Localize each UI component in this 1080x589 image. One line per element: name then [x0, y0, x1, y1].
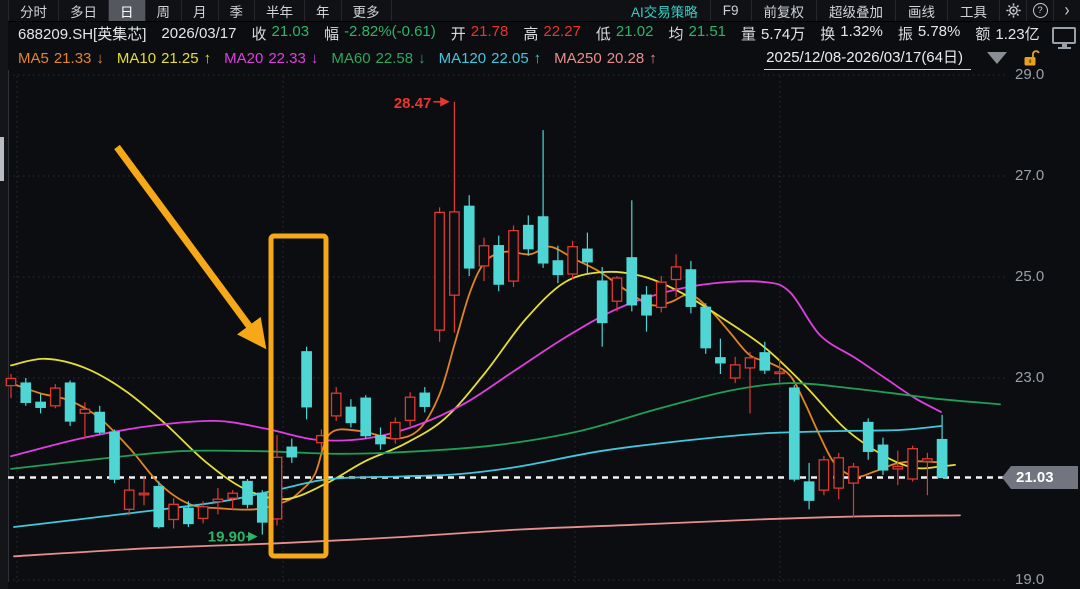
ma20-value: MA20 22.33 ↓	[224, 49, 319, 67]
field-low: 低 21.02	[595, 23, 654, 43]
y-axis-tick: 29.0	[1015, 66, 1045, 83]
ma-line-ma20	[10, 280, 942, 458]
y-axis-tick: 19.0	[1015, 571, 1045, 588]
field-change: 幅 -2.82%(-0.61)	[324, 23, 436, 43]
tab-monthly[interactable]: 月	[182, 0, 219, 21]
ma-line-ma60	[10, 382, 1001, 470]
field-volume: 量 5.74万	[741, 26, 806, 43]
y-axis-tick: 23.0	[1015, 369, 1045, 386]
question-icon: ?	[1032, 3, 1048, 18]
ma20-arrow-icon: ↓	[310, 49, 319, 67]
ma-line-ma5	[10, 245, 942, 511]
tab-yearly[interactable]: 年	[305, 0, 342, 21]
ma5-value: MA5 21.33 ↓	[18, 49, 104, 67]
ai-strategy-button[interactable]: AI交易策略	[619, 0, 710, 21]
tools-button[interactable]: 工具	[947, 0, 999, 21]
ma-indicator-bar: MA5 21.33 ↓ MA10 21.25 ↑ MA20 22.33 ↓ MA60 22.5…	[8, 46, 1080, 70]
ma120-value: MA120 22.05 ↑	[438, 49, 542, 67]
ma10-arrow-icon: ↑	[203, 49, 212, 67]
high-price-label: 28.47	[394, 95, 432, 112]
hand-drawn-arrow	[114, 144, 267, 350]
tab-weekly[interactable]: 周	[146, 0, 182, 21]
period-tabs: 分时 多日 日 周 月 季 半年 年 更多	[8, 0, 392, 21]
ma60-value: MA60 22.58 ↓	[331, 49, 426, 67]
field-high: 高 22.27	[523, 23, 581, 43]
unlock-icon[interactable]	[1023, 49, 1040, 67]
ma250-value: MA250 20.28 ↑	[554, 49, 657, 67]
field-avg: 均 21.51	[668, 23, 727, 43]
ma120-arrow-icon: ↑	[533, 49, 542, 67]
field-turnover: 换 1.32%	[820, 23, 883, 43]
date-range[interactable]: 2025/12/08-2026/03/17(64日)	[764, 46, 971, 70]
collapse-triangle-icon[interactable]	[987, 52, 1007, 64]
field-amount: 额 1.23亿	[975, 26, 1040, 43]
tab-daily[interactable]: 日	[109, 0, 146, 21]
quote-bar: 688209.SH[英集芯] 2026/03/17 收 21.03 幅 -2.82%…	[8, 21, 1080, 46]
ma60-arrow-icon: ↓	[418, 49, 426, 67]
help-button[interactable]: ?	[1026, 0, 1053, 21]
super-overlay-button[interactable]: 超级叠加	[816, 0, 895, 21]
tab-fenshi[interactable]: 分时	[8, 0, 59, 21]
y-axis-tick: 25.0	[1015, 268, 1045, 285]
field-amplitude: 振 5.78%	[897, 23, 961, 43]
ma5-arrow-icon: ↓	[96, 49, 104, 67]
tab-halfyear[interactable]: 半年	[255, 0, 305, 21]
tab-more[interactable]: 更多	[342, 0, 392, 21]
last-price-badge: 21.03	[1002, 466, 1078, 489]
settings-button[interactable]	[999, 0, 1026, 21]
chevron-right-icon: ›	[1064, 0, 1070, 22]
y-axis-tick: 27.0	[1015, 167, 1045, 184]
forward-adjust-button[interactable]: 前复权	[750, 0, 817, 21]
low-price-label: 19.90	[208, 529, 246, 546]
toolbar-right: AI交易策略 F9 前复权 超级叠加 画线 工具 ? ›	[619, 0, 1080, 21]
tab-quarterly[interactable]: 季	[219, 0, 255, 21]
expand-button[interactable]: ›	[1053, 0, 1080, 21]
ma-line-ma10	[10, 270, 956, 501]
top-toolbar: 分时 多日 日 周 月 季 半年 年 更多 AI交易策略 F9 前复权 超级叠加…	[8, 0, 1080, 22]
field-open: 开 21.78	[450, 23, 509, 43]
tab-duori[interactable]: 多日	[59, 0, 109, 21]
f9-button[interactable]: F9	[709, 0, 751, 21]
gear-icon	[1005, 3, 1021, 18]
ma10-value: MA10 21.25 ↑	[116, 49, 212, 67]
quote-date: 2026/03/17	[161, 25, 237, 42]
ma250-arrow-icon: ↑	[649, 49, 657, 67]
field-close: 收 21.03	[251, 23, 310, 43]
stock-symbol: 688209.SH[英集芯]	[18, 26, 147, 43]
draw-line-button[interactable]: 画线	[895, 0, 947, 21]
candlestick-chart[interactable]: 28.47 19.90	[0, 70, 1080, 589]
